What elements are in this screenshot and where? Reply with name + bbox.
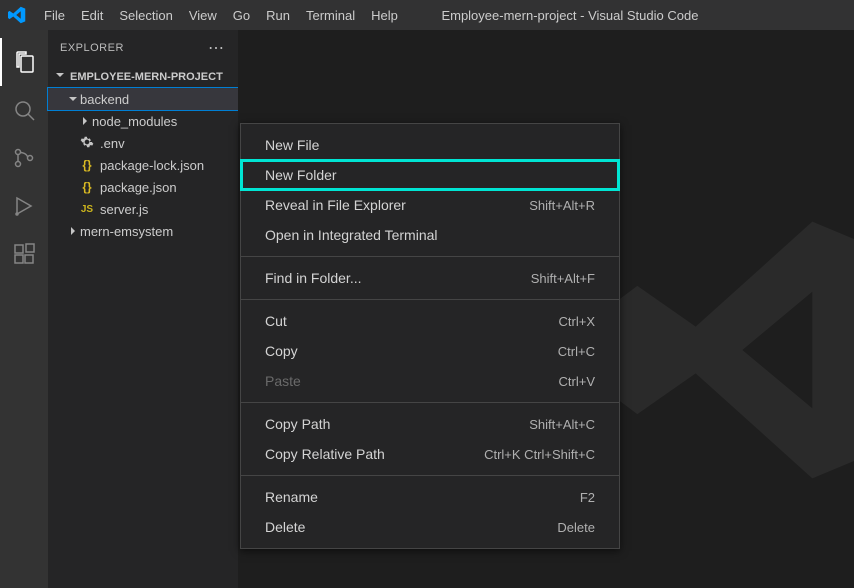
cm-shortcut: Ctrl+C xyxy=(558,344,595,359)
menubar: File Edit Selection View Go Run Terminal… xyxy=(0,0,854,30)
context-menu: New File New Folder Reveal in File Explo… xyxy=(240,123,620,549)
cm-label: Cut xyxy=(265,313,287,329)
cm-label: Reveal in File Explorer xyxy=(265,197,406,213)
menu-help[interactable]: Help xyxy=(363,0,406,30)
chevron-down-icon xyxy=(54,69,66,84)
file-package-lock[interactable]: {} package-lock.json xyxy=(48,154,238,176)
folder-backend[interactable]: backend xyxy=(48,88,238,110)
explorer-header: EXPLORER ⋯ xyxy=(48,30,238,65)
vscode-logo-icon xyxy=(8,6,26,24)
folder-node-modules[interactable]: node_modules xyxy=(48,110,238,132)
cm-label: Copy xyxy=(265,343,298,359)
cm-shortcut: F2 xyxy=(580,490,595,505)
cm-label: New File xyxy=(265,137,319,153)
cm-label: New Folder xyxy=(265,167,337,183)
file-package-json[interactable]: {} package.json xyxy=(48,176,238,198)
cm-separator xyxy=(241,256,619,257)
cm-separator xyxy=(241,475,619,476)
project-name: EMPLOYEE-MERN-PROJECT xyxy=(70,71,223,83)
file-label: server.js xyxy=(100,202,148,217)
folder-mern-emsystem[interactable]: mern-emsystem xyxy=(48,220,238,242)
cm-copy-path[interactable]: Copy Path Shift+Alt+C xyxy=(241,409,619,439)
cm-label: Rename xyxy=(265,489,318,505)
file-label: .env xyxy=(100,136,125,151)
cm-find-in-folder[interactable]: Find in Folder... Shift+Alt+F xyxy=(241,263,619,293)
folder-label: node_modules xyxy=(92,114,177,129)
menu-go[interactable]: Go xyxy=(225,0,258,30)
cm-open-terminal[interactable]: Open in Integrated Terminal xyxy=(241,220,619,250)
file-env[interactable]: .env xyxy=(48,132,238,154)
menu-edit[interactable]: Edit xyxy=(73,0,111,30)
activity-bar xyxy=(0,30,48,588)
chevron-right-icon xyxy=(66,225,80,237)
source-control-icon[interactable] xyxy=(0,134,48,182)
cm-label: Find in Folder... xyxy=(265,270,362,286)
cm-cut[interactable]: Cut Ctrl+X xyxy=(241,306,619,336)
cm-rename[interactable]: Rename F2 xyxy=(241,482,619,512)
window-title: Employee-mern-project - Visual Studio Co… xyxy=(406,8,854,23)
menu-file[interactable]: File xyxy=(36,0,73,30)
cm-shortcut: Shift+Alt+C xyxy=(529,417,595,432)
cm-label: Delete xyxy=(265,519,305,535)
cm-reveal[interactable]: Reveal in File Explorer Shift+Alt+R xyxy=(241,190,619,220)
chevron-down-icon xyxy=(66,93,80,105)
more-actions-icon[interactable]: ⋯ xyxy=(208,38,226,58)
cm-paste: Paste Ctrl+V xyxy=(241,366,619,396)
cm-separator xyxy=(241,299,619,300)
menu-view[interactable]: View xyxy=(181,0,225,30)
cm-shortcut: Delete xyxy=(557,520,595,535)
cm-shortcut: Shift+Alt+R xyxy=(529,198,595,213)
cm-new-file[interactable]: New File xyxy=(241,130,619,160)
cm-copy-rel-path[interactable]: Copy Relative Path Ctrl+K Ctrl+Shift+C xyxy=(241,439,619,469)
cm-copy[interactable]: Copy Ctrl+C xyxy=(241,336,619,366)
cm-shortcut: Shift+Alt+F xyxy=(531,271,595,286)
file-label: package.json xyxy=(100,180,177,195)
menu-terminal[interactable]: Terminal xyxy=(298,0,363,30)
explorer-title: EXPLORER xyxy=(60,42,124,54)
run-debug-icon[interactable] xyxy=(0,182,48,230)
cm-shortcut: Ctrl+K Ctrl+Shift+C xyxy=(484,447,595,462)
cm-shortcut: Ctrl+V xyxy=(559,374,595,389)
file-server-js[interactable]: JS server.js xyxy=(48,198,238,220)
json-icon: {} xyxy=(78,180,96,194)
js-icon: JS xyxy=(78,204,96,215)
cm-label: Paste xyxy=(265,373,301,389)
search-icon[interactable] xyxy=(0,86,48,134)
vscode-watermark-icon xyxy=(614,210,854,493)
extensions-icon[interactable] xyxy=(0,230,48,278)
cm-separator xyxy=(241,402,619,403)
cm-shortcut: Ctrl+X xyxy=(559,314,595,329)
menu-selection[interactable]: Selection xyxy=(111,0,180,30)
project-root[interactable]: EMPLOYEE-MERN-PROJECT xyxy=(48,65,238,88)
file-label: package-lock.json xyxy=(100,158,204,173)
json-icon: {} xyxy=(78,158,96,172)
cm-label: Open in Integrated Terminal xyxy=(265,227,438,243)
explorer-sidebar: EXPLORER ⋯ EMPLOYEE-MERN-PROJECT backend… xyxy=(48,30,238,588)
cm-new-folder[interactable]: New Folder xyxy=(241,160,619,190)
cm-label: Copy Path xyxy=(265,416,330,432)
cm-delete[interactable]: Delete Delete xyxy=(241,512,619,542)
folder-label: mern-emsystem xyxy=(80,224,173,239)
gear-icon xyxy=(78,135,96,152)
folder-label: backend xyxy=(80,92,129,107)
explorer-icon[interactable] xyxy=(0,38,48,86)
cm-label: Copy Relative Path xyxy=(265,446,385,462)
menu-run[interactable]: Run xyxy=(258,0,298,30)
chevron-right-icon xyxy=(78,115,92,127)
